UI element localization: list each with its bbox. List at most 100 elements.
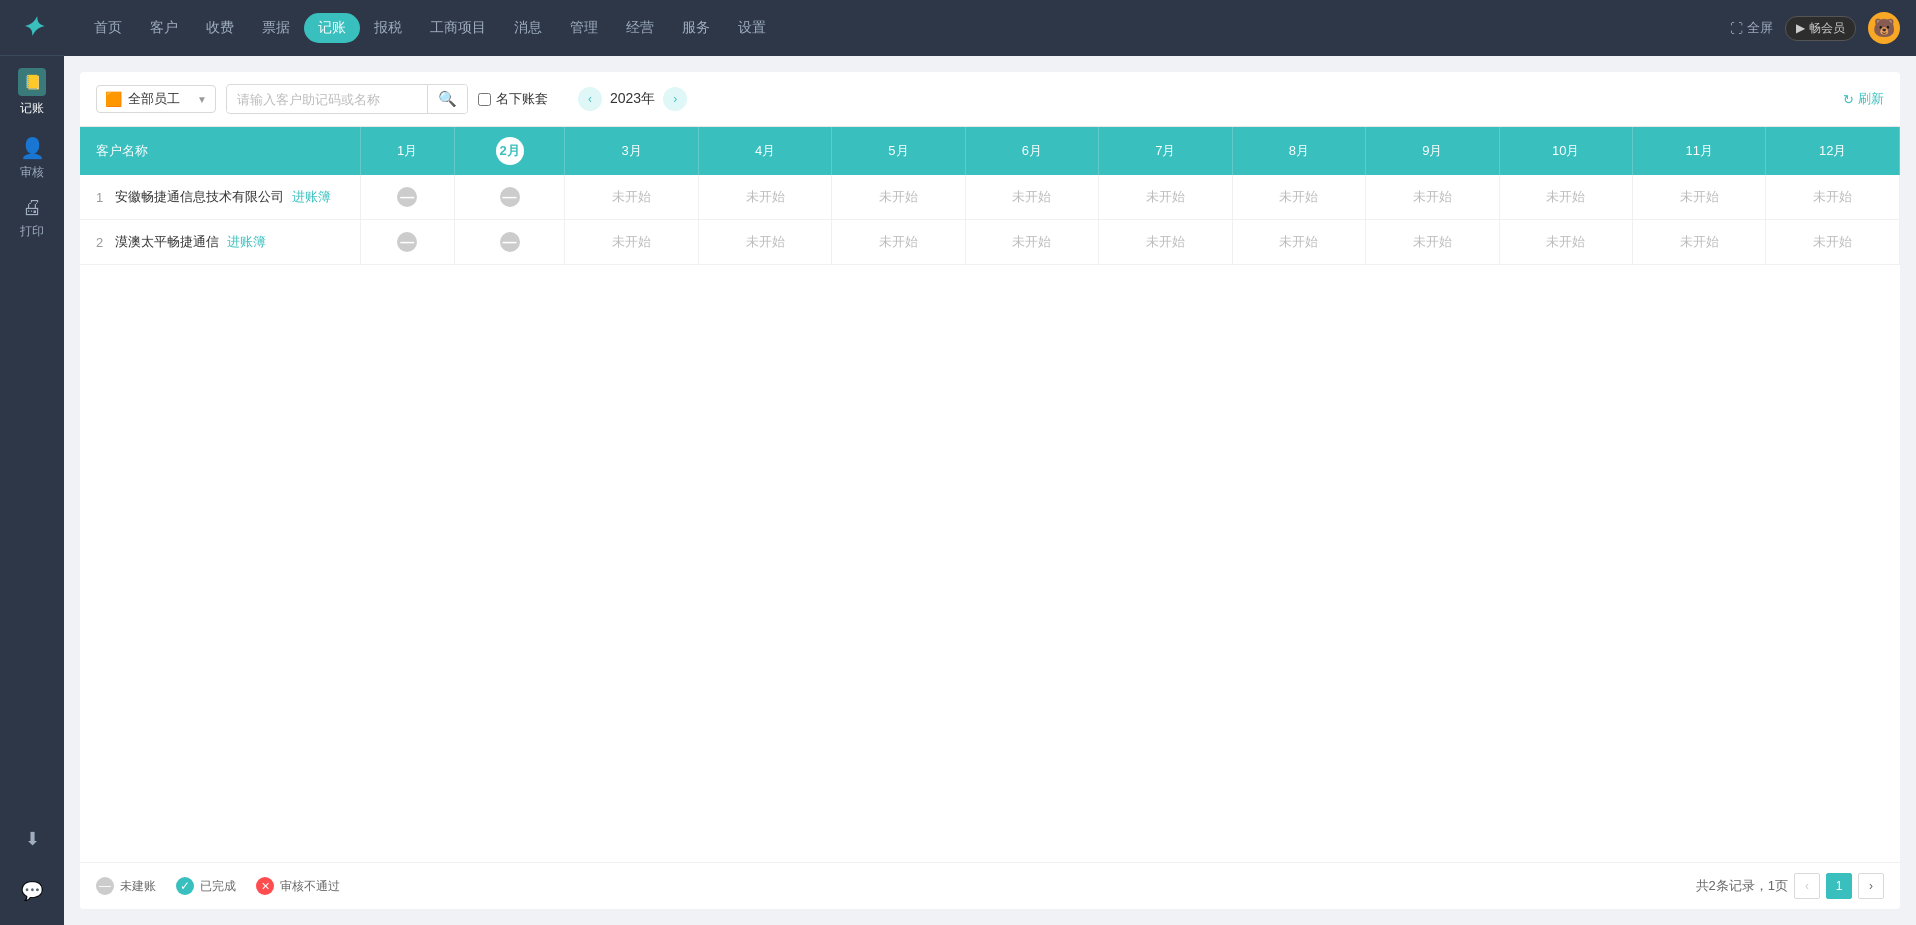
nav-business[interactable]: 工商项目 [416,13,500,43]
sidebar-logo: ✦ [0,0,64,56]
bookkeeping-table: 客户名称 1月 2月 3月 4月 5月 6月 7月 8月 9月 10月 [80,127,1900,265]
total-text: 共2条记录，1页 [1696,877,1788,895]
status-dash-icon: — [397,187,417,207]
search-input[interactable] [227,87,427,112]
month-cell-9: 未开始 [1366,175,1499,220]
support-icon[interactable]: 💬 [0,869,64,913]
table-row: 1 安徽畅捷通信息技术有限公司 进账簿 ——未开始未开始未开始未开始未开始未开始… [80,175,1900,220]
topnav-right: ⛶ 全屏 ▶ 畅会员 🐻 [1730,12,1900,44]
employee-icon: 🟧 [105,91,122,107]
client-name-text: 安徽畅捷通信息技术有限公司 [115,188,284,206]
month-cell-3: 未开始 [565,220,698,265]
nav-collection[interactable]: 收费 [192,13,248,43]
col-month-11: 11月 [1632,127,1765,175]
status-not-started: 未开始 [1680,189,1719,204]
client-num: 2 [96,235,103,250]
status-not-started: 未开始 [612,189,651,204]
status-not-started: 未开始 [1813,234,1852,249]
status-not-started: 未开始 [746,189,785,204]
fullscreen-icon: ⛶ [1730,21,1743,36]
month-cell-12: 未开始 [1766,175,1900,220]
col-month-4: 4月 [698,127,831,175]
status-not-started: 未开始 [1546,189,1585,204]
employee-select[interactable]: 🟧 全部员工 ▼ [96,85,216,113]
next-page-button[interactable]: › [1858,873,1884,899]
month-cell-8: 未开始 [1232,175,1365,220]
month-cell-11: 未开始 [1632,175,1765,220]
fullscreen-button[interactable]: ⛶ 全屏 [1730,19,1773,37]
nav-message[interactable]: 消息 [500,13,556,43]
search-button[interactable]: 🔍 [427,85,467,113]
main-area: 首页 客户 收费 票据 记账 报税 工商项目 消息 管理 经营 服务 设置 ⛶ … [64,0,1916,925]
status-dash-icon: — [500,187,520,207]
month-cell-4: 未开始 [698,175,831,220]
status-not-started: 未开始 [1813,189,1852,204]
download-icon[interactable]: ⬇ [0,817,64,861]
refresh-icon: ↻ [1843,92,1854,107]
month-cell-1: — [360,220,454,265]
nav-client[interactable]: 客户 [136,13,192,43]
col-month-3: 3月 [565,127,698,175]
legend-not-built: — 未建账 [96,877,156,895]
nav-service[interactable]: 服务 [668,13,724,43]
month-cell-7: 未开始 [1099,220,1232,265]
col-month-1: 1月 [360,127,454,175]
col-client-name: 客户名称 [80,127,360,175]
nav-operation[interactable]: 经营 [612,13,668,43]
table-row: 2 漠澳太平畅捷通信 进账簿 — — 未开始 未开始 未开始 未开始 未开始 未开始 未开始 未开… [80,220,1900,265]
status-dash-icon: — [500,232,520,252]
status-not-started: 未开始 [1680,234,1719,249]
not-built-icon: — [96,877,114,895]
table-wrap: 客户名称 1月 2月 3月 4月 5月 6月 7月 8月 9月 10月 [80,127,1900,862]
my-accounts-checkbox-wrap[interactable]: 名下账套 [478,90,548,108]
rejected-icon: ✕ [256,877,274,895]
status-not-started: 未开始 [1146,189,1185,204]
nav-manage[interactable]: 管理 [556,13,612,43]
refresh-button[interactable]: ↻ 刷新 [1843,90,1884,108]
main-card: 🟧 全部员工 ▼ 🔍 名下账套 ‹ 2023年 › [80,72,1900,909]
month-cell-12: 未开始 [1766,220,1900,265]
my-accounts-checkbox[interactable] [478,93,491,106]
avatar[interactable]: 🐻 [1868,12,1900,44]
year-nav: ‹ 2023年 › [578,87,687,111]
col-month-10: 10月 [1499,127,1632,175]
status-not-started: 未开始 [1146,234,1185,249]
status-not-started: 未开始 [1546,234,1585,249]
status-not-started: 未开始 [1279,234,1318,249]
month-cell-11: 未开始 [1632,220,1765,265]
nav-tax[interactable]: 报税 [360,13,416,43]
sidebar: ✦ 📒 记账 👤 审核 🖨 打印 ⬇ 💬 [0,0,64,925]
month-cell-10: 未开始 [1499,175,1632,220]
enter-link[interactable]: 进账簿 [292,188,331,206]
status-not-started: 未开始 [1012,189,1051,204]
select-arrow-icon: ▼ [197,94,207,105]
prev-year-button[interactable]: ‹ [578,87,602,111]
nav-settings[interactable]: 设置 [724,13,780,43]
month-cell-1: — [360,175,454,220]
next-year-button[interactable]: › [663,87,687,111]
nav-home[interactable]: 首页 [80,13,136,43]
sidebar-item-bookkeeping[interactable]: 📒 记账 [0,56,64,128]
client-name-text: 漠澳太平畅捷通信 [115,233,219,251]
status-not-started: 未开始 [612,234,651,249]
prev-page-button[interactable]: ‹ [1794,873,1820,899]
month-cell-10: 未开始 [1499,220,1632,265]
enter-link[interactable]: 进账簿 [227,233,266,251]
sidebar-item-audit[interactable]: 👤 审核 [0,128,64,188]
col-month-12: 12月 [1766,127,1900,175]
status-not-started: 未开始 [879,234,918,249]
nav-bookkeeping[interactable]: 记账 [304,13,360,43]
nav-invoice[interactable]: 票据 [248,13,304,43]
sidebar-bottom: ⬇ 💬 [0,817,64,925]
bookkeeping-icon: 📒 [18,68,46,96]
sidebar-item-print[interactable]: 🖨 打印 [0,188,64,248]
client-name-cell: 2 漠澳太平畅捷通信 进账簿 [80,220,360,265]
col-month-8: 8月 [1232,127,1365,175]
page-1-button[interactable]: 1 [1826,873,1852,899]
status-not-started: 未开始 [1413,234,1452,249]
legend-completed: ✓ 已完成 [176,877,236,895]
month-cell-3: 未开始 [565,175,698,220]
month-cell-4: 未开始 [698,220,831,265]
vip-button[interactable]: ▶ 畅会员 [1785,16,1856,41]
content: 🟧 全部员工 ▼ 🔍 名下账套 ‹ 2023年 › [64,56,1916,925]
